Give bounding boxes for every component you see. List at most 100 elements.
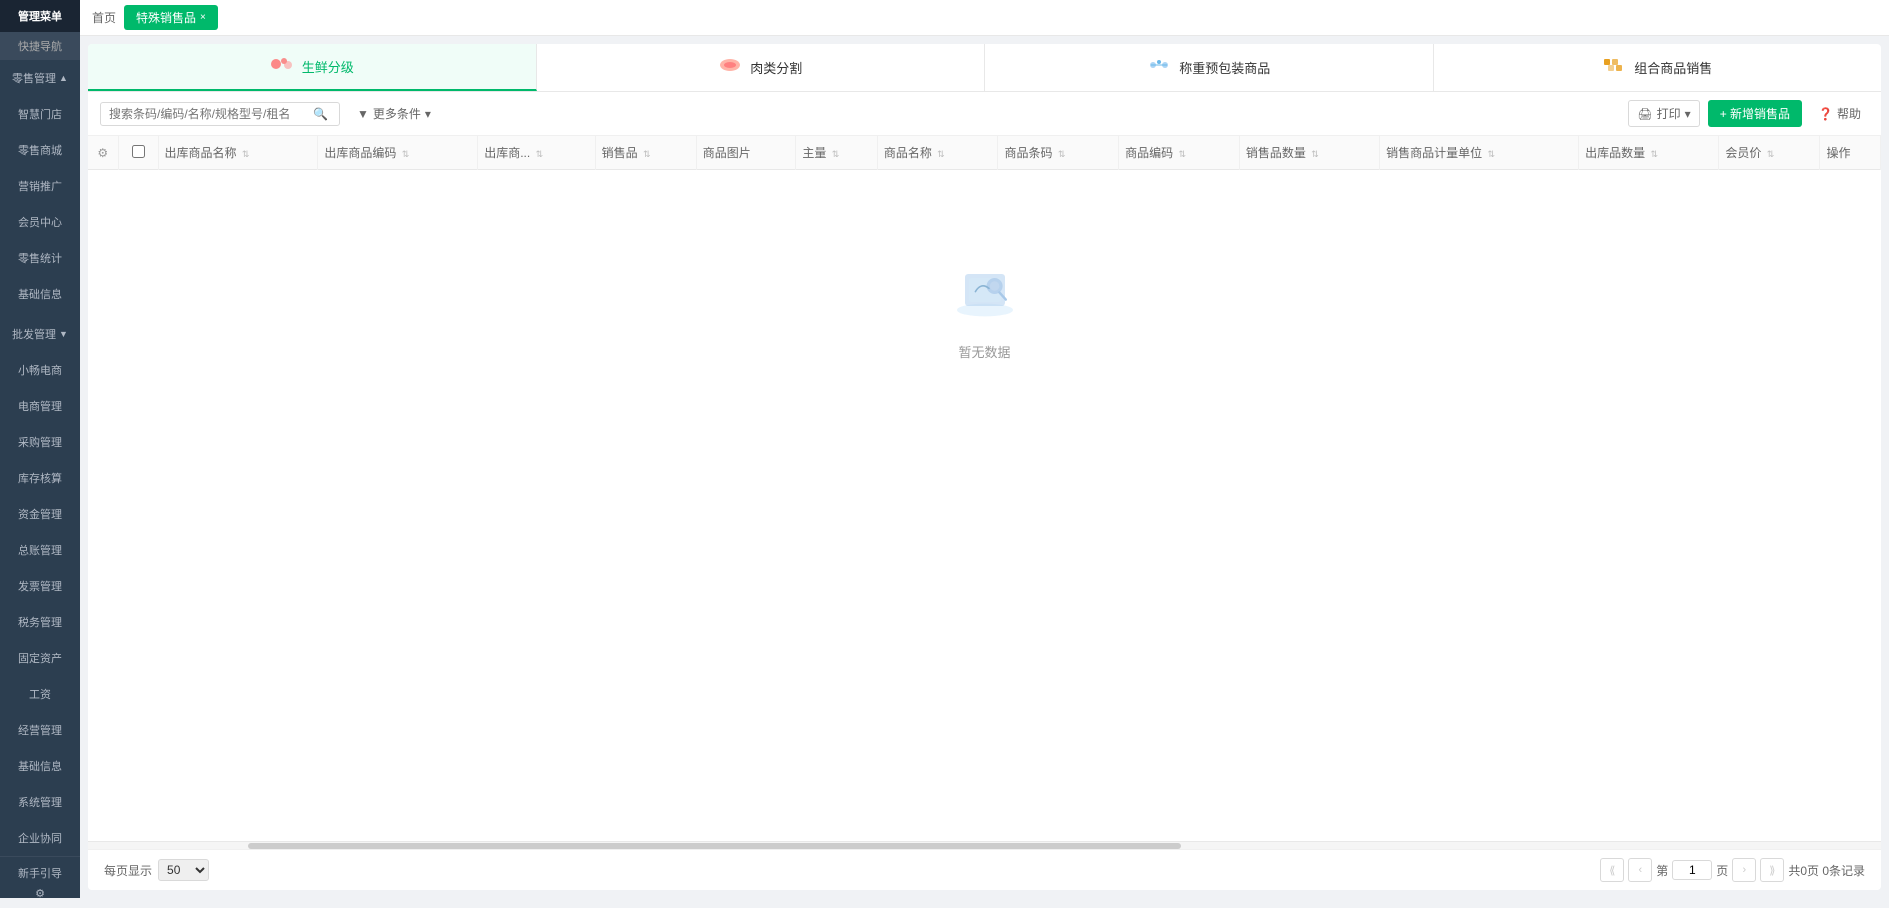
help-icon: ❓ [1818, 107, 1833, 121]
page-suffix: 页 [1716, 862, 1728, 879]
sort-icon[interactable]: ⇅ [643, 149, 651, 159]
sidebar-item-retail-stats[interactable]: 零售统计 [0, 240, 80, 276]
sidebar-item-ecom-mgmt[interactable]: 电商管理 [0, 388, 80, 424]
sidebar-item-label: 零售管理 [12, 70, 56, 86]
tab-close-icon[interactable]: × [200, 12, 206, 23]
empty-state: 暂无数据 [88, 170, 1881, 441]
h-scrollbar-thumb[interactable] [248, 843, 1181, 849]
sort-icon[interactable]: ⇅ [242, 149, 250, 159]
sidebar-item-label: 工资 [29, 686, 51, 702]
home-link[interactable]: 首页 [92, 9, 116, 26]
sort-icon[interactable]: ⇅ [1058, 149, 1066, 159]
tab-fresh-grade[interactable]: 生鲜分级 [88, 44, 537, 91]
filter-icon: ▼ [357, 107, 369, 121]
per-page-select[interactable]: 50 100 200 [158, 859, 209, 881]
sort-icon[interactable]: ⇅ [1651, 149, 1659, 159]
sidebar-item-basic-info2[interactable]: 基础信息 [0, 748, 80, 784]
pagination-left: 每页显示 50 100 200 [104, 859, 209, 881]
sidebar-item-label: 资金管理 [18, 506, 62, 522]
sort-icon[interactable]: ⇅ [402, 149, 410, 159]
th-sale-unit: 销售商品计量单位 ⇅ [1380, 136, 1579, 170]
sidebar-item-label: 发票管理 [18, 578, 62, 594]
page-input[interactable] [1672, 860, 1712, 880]
sidebar-item-label: 小畅电商 [18, 362, 62, 378]
sidebar-item-purchase-mgmt[interactable]: 采购管理 [0, 424, 80, 460]
sidebar-item-retail-mall[interactable]: 零售商城 [0, 132, 80, 168]
print-btn[interactable]: 🖨 打印 ▾ [1628, 100, 1699, 127]
search-box[interactable]: 🔍 [100, 102, 340, 126]
sidebar-search[interactable]: 快捷导航 [0, 32, 80, 60]
combo-sale-icon [1602, 57, 1626, 78]
sidebar-item-fixed-assets[interactable]: 固定资产 [0, 640, 80, 676]
data-table: ⚙ 出库商品名称 ⇅ 出库商品编码 ⇅ 出库商. [88, 136, 1881, 170]
new-guide-btn[interactable]: 新手引导 [18, 865, 62, 881]
sidebar-item-label: 会员中心 [18, 214, 62, 230]
tab-combo-sale[interactable]: 组合商品销售 [1434, 44, 1882, 91]
sidebar-item-smart-store[interactable]: 智慧门店 [0, 96, 80, 132]
sidebar-item-stock-check[interactable]: 库存核算 [0, 460, 80, 496]
sort-icon[interactable]: ⇅ [536, 149, 544, 159]
total-info: 共0页 0条记录 [1788, 862, 1865, 879]
sort-icon[interactable]: ⇅ [937, 149, 945, 159]
th-main-weight: 主量 ⇅ [796, 136, 877, 170]
th-out-code: 出库商品编码 ⇅ [318, 136, 478, 170]
sort-icon[interactable]: ⇅ [1179, 149, 1187, 159]
filter-btn[interactable]: ▼ 更多条件 ▾ [348, 100, 440, 127]
sidebar-item-label: 固定资产 [18, 650, 62, 666]
th-action: 操作 [1820, 136, 1881, 170]
sidebar-item-marketing[interactable]: 营销推广 [0, 168, 80, 204]
print-icon: 🖨 [1637, 107, 1652, 121]
new-sale-btn[interactable]: + 新增销售品 [1708, 100, 1802, 127]
th-checkbox[interactable] [118, 136, 158, 170]
th-settings[interactable]: ⚙ [88, 136, 118, 170]
sidebar-item-retail-mgmt[interactable]: 零售管理 ▲ [0, 60, 80, 96]
sidebar-item-fund-mgmt[interactable]: 资金管理 [0, 496, 80, 532]
sidebar-item-invoice-mgmt[interactable]: 发票管理 [0, 568, 80, 604]
th-barcode: 商品条码 ⇅ [998, 136, 1119, 170]
sort-icon[interactable]: ⇅ [832, 149, 840, 159]
sidebar-item-label: 企业协同 [18, 830, 62, 846]
sidebar-item-tax-mgmt[interactable]: 税务管理 [0, 604, 80, 640]
sidebar-item-label: 智慧门店 [18, 106, 62, 122]
sort-icon[interactable]: ⇅ [1767, 149, 1775, 159]
search-input[interactable] [109, 107, 309, 121]
sidebar-item-batch-mgmt[interactable]: 批发管理 ▼ [0, 316, 80, 352]
first-page-btn[interactable]: ⟪ [1600, 858, 1624, 882]
sort-icon[interactable]: ⇅ [1487, 149, 1495, 159]
th-goods-code: 商品编码 ⇅ [1119, 136, 1240, 170]
tab-meat-cut[interactable]: 肉类分割 [537, 44, 986, 91]
sidebar-item-operation-mgmt[interactable]: 经营管理 [0, 712, 80, 748]
sidebar-item-label: 营销推广 [18, 178, 62, 194]
help-btn[interactable]: ❓ 帮助 [1810, 101, 1869, 126]
last-page-btn[interactable]: ⟫ [1760, 858, 1784, 882]
toolbar-left: 🔍 ▼ 更多条件 ▾ [100, 100, 440, 127]
pagination: 每页显示 50 100 200 ⟪ ‹ 第 页 › ⟫ 共0页 0条记录 [88, 849, 1881, 890]
sidebar-item-label: 经营管理 [18, 722, 62, 738]
sort-icon[interactable]: ⇅ [1311, 149, 1319, 159]
pagination-right: ⟪ ‹ 第 页 › ⟫ 共0页 0条记录 [1600, 858, 1865, 882]
sidebar-item-general-ledger[interactable]: 总账管理 [0, 532, 80, 568]
sidebar-item-enterprise[interactable]: 企业协同 [0, 820, 80, 856]
sidebar-item-mini-ecom[interactable]: 小畅电商 [0, 352, 80, 388]
sidebar-item-label: 采购管理 [18, 434, 62, 450]
table-header: ⚙ 出库商品名称 ⇅ 出库商品编码 ⇅ 出库商. [88, 136, 1881, 170]
page-prefix: 第 [1656, 862, 1668, 879]
h-scrollbar[interactable] [88, 841, 1881, 849]
prev-page-btn[interactable]: ‹ [1628, 858, 1652, 882]
settings-icon[interactable]: ⚙ [35, 887, 45, 900]
sidebar-item-label: 零售商城 [18, 142, 62, 158]
next-page-btn[interactable]: › [1732, 858, 1756, 882]
tab-weigh-pack[interactable]: 称重预包装商品 [985, 44, 1434, 91]
sidebar-item-label: 库存核算 [18, 470, 62, 486]
sidebar-item-label: 电商管理 [18, 398, 62, 414]
search-icon[interactable]: 🔍 [313, 107, 328, 121]
sidebar-bottom: 新手引导 ⚙ [0, 856, 80, 908]
active-tab[interactable]: 特殊销售品 × [124, 5, 218, 30]
sidebar-item-system-mgmt[interactable]: 系统管理 [0, 784, 80, 820]
sidebar-item-label: 系统管理 [18, 794, 62, 810]
select-all-checkbox[interactable] [132, 145, 145, 158]
sidebar-item-salary[interactable]: 工资 [0, 676, 80, 712]
sidebar-item-member[interactable]: 会员中心 [0, 204, 80, 240]
th-img: 商品图片 [696, 136, 796, 170]
sidebar-item-basic-info[interactable]: 基础信息 [0, 276, 80, 312]
